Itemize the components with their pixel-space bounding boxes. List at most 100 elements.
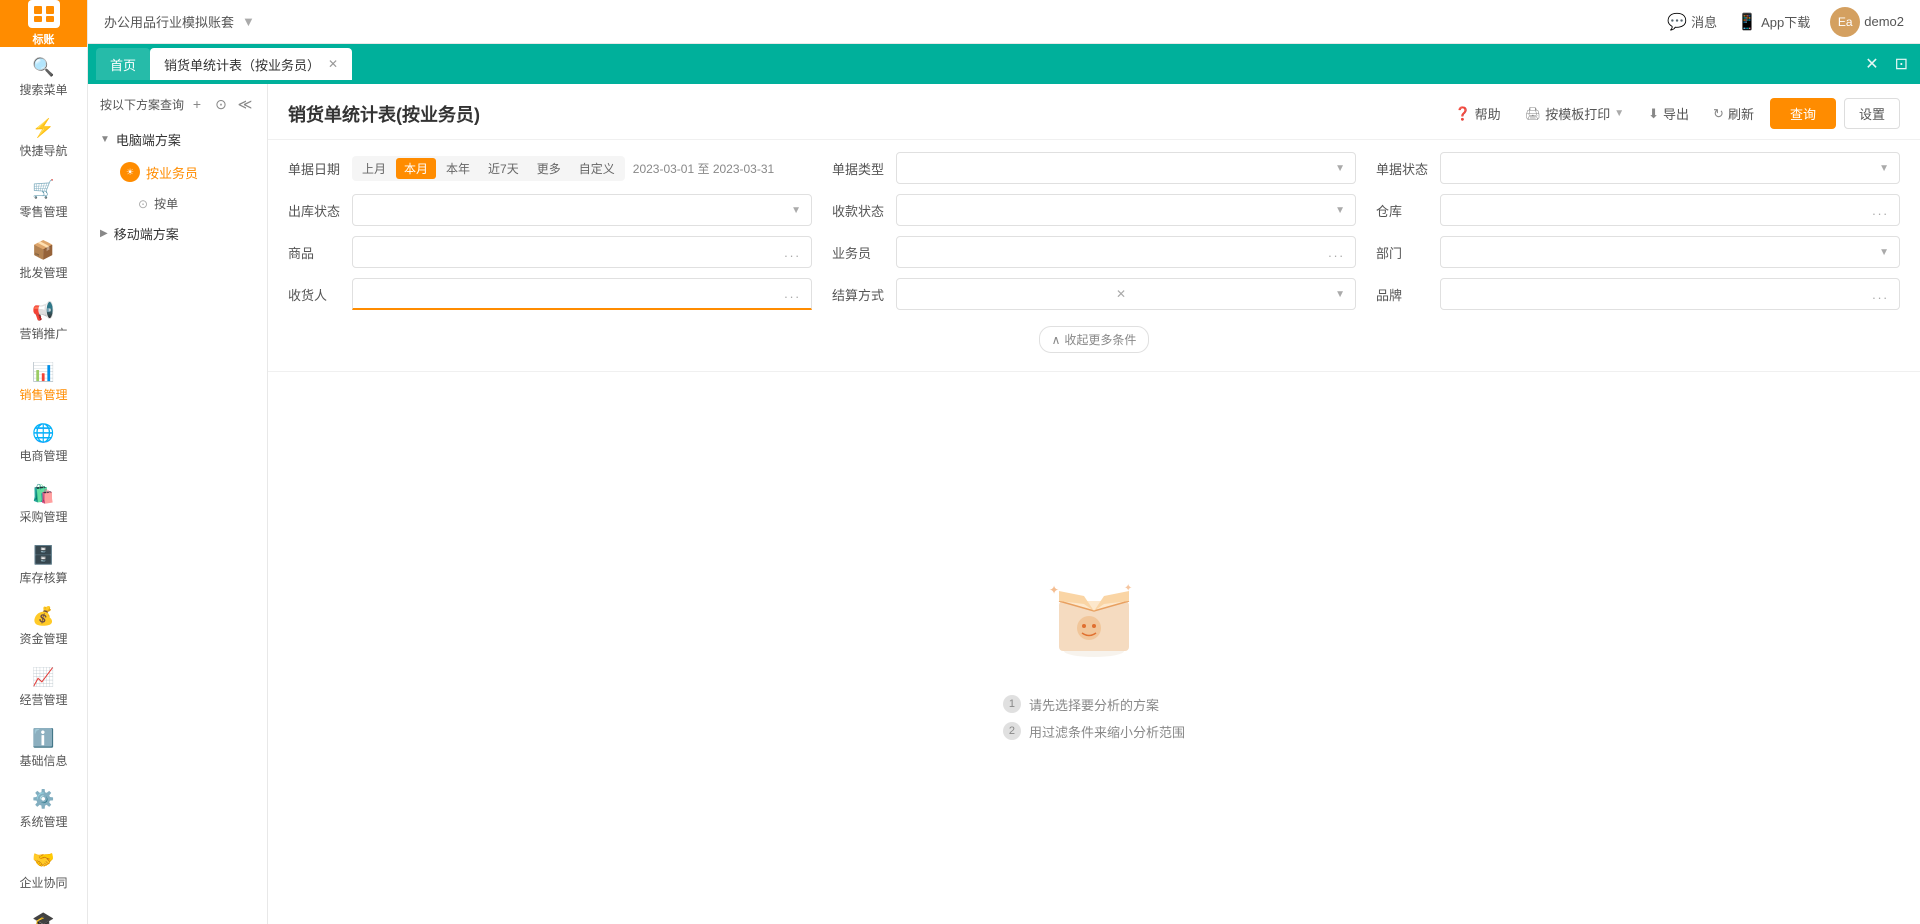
tab-sales-stat[interactable]: 销货单统计表（按业务员） ✕ [150,48,352,80]
payment-control[interactable]: ▼ [896,194,1356,226]
outbound-control[interactable]: ▼ [352,194,812,226]
sidebar-item-wholesale[interactable]: 📦 批发管理 [0,230,87,291]
sales-stat-tab-label: 销货单统计表（按业务员） [164,55,320,74]
date-tab-more[interactable]: 更多 [529,158,569,179]
tabbar-right: ✕ ⊡ [1861,50,1912,78]
left-panel-header: 按以下方案查询 + ⊙ ≪ [88,84,267,120]
collapse-conditions-btn[interactable]: ∧ 收起更多条件 [1039,326,1150,353]
marketing-icon: 📢 [32,301,54,322]
add-icon: + [193,96,201,112]
print-icon: 🖨 [1525,106,1542,122]
app-name: 标账 [33,31,55,47]
sidebar-item-system[interactable]: ⚙️ 系统管理 [0,779,87,840]
topbar-right: 💬 消息 📱 App下载 Ea demo2 [1667,7,1904,37]
date-tab-this-month[interactable]: 本月 [396,158,436,179]
app-download-btn[interactable]: 📱 App下载 [1737,12,1810,32]
refresh-btn[interactable]: ↻ 刷新 [1705,100,1762,127]
collapse-row: ∧ 收起更多条件 [288,320,1900,359]
department-control[interactable]: ▼ [1440,236,1900,268]
tree-mobile-scheme[interactable]: ▶ 移动端方案 [88,218,267,249]
finance-icon: 💰 [32,606,54,627]
expand-window-icon[interactable]: ⊡ [1891,50,1912,78]
template-print-btn[interactable]: 🖨 按模板打印 ▼ [1517,100,1632,127]
filter-row-1: 单据日期 上月 本月 本年 近7天 更多 自定义 2023-03-01 至 20… [288,152,1900,184]
ecommerce-icon: 🌐 [32,423,54,444]
settlement-clear-icon[interactable]: ✕ [1116,287,1126,301]
close-window-icon[interactable]: ✕ [1861,50,1882,78]
doc-status-control[interactable]: ▼ [1440,152,1900,184]
operations-icon: 📈 [32,667,54,688]
system-icon: ⚙️ [32,789,54,810]
doc-type-chevron-icon: ▼ [1335,163,1345,174]
product-control[interactable]: ... [352,236,812,268]
logo-icon [28,0,60,28]
message-btn[interactable]: 💬 消息 [1667,12,1717,32]
by-sales-label: 按业务员 [146,163,198,182]
filter-settlement: 结算方式 ✕ ▼ [832,278,1356,310]
left-panel: 按以下方案查询 + ⊙ ≪ ▼ 电脑端方案 [88,84,268,924]
settlement-label: 结算方式 [832,285,888,304]
home-tab-label: 首页 [110,55,136,74]
brand-dots: ... [1872,287,1889,302]
sidebar-item-retail[interactable]: 🛒 零售管理 [0,169,87,230]
tree-child-by-sales[interactable]: ☀ 按业务员 [88,155,267,189]
mobile-scheme-label: 移动端方案 [114,224,179,243]
date-tab-this-year[interactable]: 本年 [438,158,478,179]
refresh-icon: ↻ [1713,106,1724,122]
filter-date: 单据日期 上月 本月 本年 近7天 更多 自定义 2023-03-01 至 20… [288,156,812,181]
filter-row-2: 出库状态 ▼ 收款状态 ▼ [288,194,1900,226]
consignee-label: 收货人 [288,285,344,304]
filter-consignee: 收货人 ... [288,278,812,310]
warehouse-control[interactable]: ... [1440,194,1900,226]
pc-scheme-label: 电脑端方案 [116,130,181,149]
export-icon: ⬇ [1648,106,1659,122]
warehouse-dots: ... [1872,203,1889,218]
sidebar-item-ecommerce[interactable]: 🌐 电商管理 [0,413,87,474]
product-dots: ... [784,245,801,260]
settings-button[interactable]: 设置 [1844,98,1900,129]
sidebar-item-basic[interactable]: ℹ️ 基础信息 [0,718,87,779]
sidebar-item-operations[interactable]: 📈 经营管理 [0,657,87,718]
hint-2-num: 2 [1003,722,1021,740]
sidebar-item-sales[interactable]: 📊 销售管理 [0,352,87,413]
salesperson-control[interactable]: ... [896,236,1356,268]
tab-home[interactable]: 首页 [96,48,150,80]
filter-brand: 品牌 ... [1376,278,1900,310]
filter-department: 部门 ▼ [1376,236,1900,268]
settings-scheme-btn[interactable]: ⊙ [211,94,231,114]
settings-scheme-icon: ⊙ [215,96,227,113]
page-title: 销货单统计表(按业务员) [288,101,480,127]
tree-pc-scheme[interactable]: ▼ 电脑端方案 [88,124,267,155]
collapse-icon: ≪ [238,96,253,113]
app-download-icon: 📱 [1737,12,1757,32]
collapse-panel-btn[interactable]: ≪ [235,94,255,114]
help-btn[interactable]: ❓ 帮助 [1446,100,1508,127]
query-button[interactable]: 查询 [1770,98,1836,129]
breadcrumb-text: 办公用品行业模拟账套 [104,12,234,31]
breadcrumb-arrow-icon[interactable]: ▼ [242,14,255,29]
sidebar-item-finance[interactable]: 💰 资金管理 [0,596,87,657]
add-scheme-btn[interactable]: + [187,94,207,114]
user-menu[interactable]: Ea demo2 [1830,7,1904,37]
date-tab-last-month[interactable]: 上月 [354,158,394,179]
brand-control[interactable]: ... [1440,278,1900,310]
export-btn[interactable]: ⬇ 导出 [1640,100,1697,127]
date-tab-custom[interactable]: 自定义 [571,158,623,179]
empty-hints: 1 请先选择要分析的方案 2 用过滤条件来缩小分析范围 [1003,695,1185,741]
tree-sub-by-order[interactable]: ⊙ 按单 [88,189,267,218]
tab-close-icon[interactable]: ✕ [328,57,338,71]
doc-type-control[interactable]: ▼ [896,152,1356,184]
sidebar-item-enterprise[interactable]: 🤝 企业协同 [0,840,87,901]
sidebar-item-quick-nav[interactable]: ⚡ 快捷导航 [0,108,87,169]
sidebar-item-search[interactable]: 🔍 搜索菜单 [0,47,87,108]
consignee-control[interactable]: ... [352,278,812,310]
sidebar-item-marketing[interactable]: 📢 营销推广 [0,291,87,352]
sidebar-item-purchase[interactable]: 🛍️ 采购管理 [0,474,87,535]
collapse-chevron-icon: ∧ [1052,333,1061,347]
sidebar-item-inventory[interactable]: 🗄️ 库存核算 [0,535,87,596]
date-tab-7days[interactable]: 近7天 [480,158,527,179]
sidebar-item-new-guide[interactable]: 🎓 新手引导 [0,901,87,924]
payment-label: 收款状态 [832,201,888,220]
settlement-control[interactable]: ✕ ▼ [896,278,1356,310]
message-icon: 💬 [1667,12,1687,32]
